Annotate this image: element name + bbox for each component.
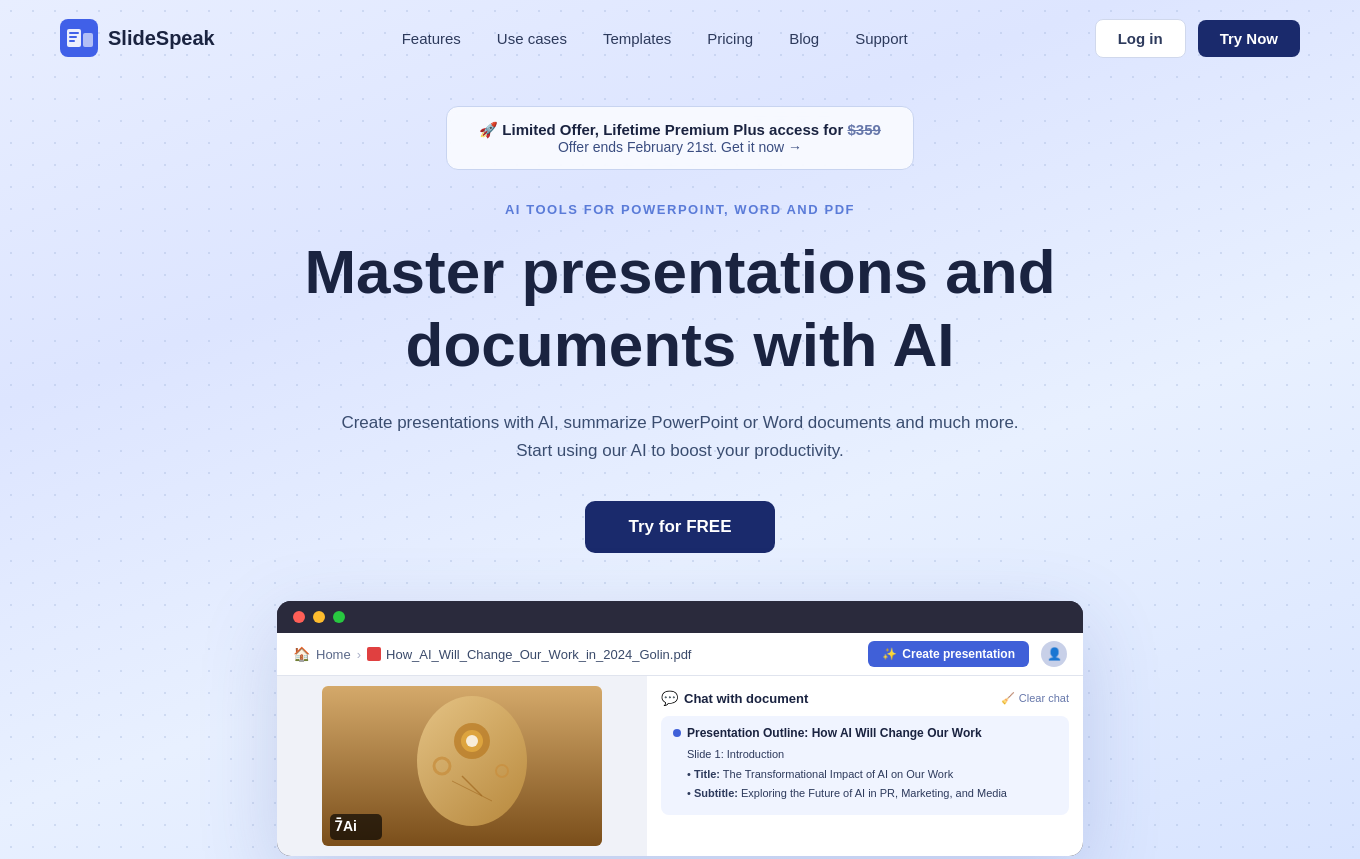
slide-graphic: 7̄Ai: [322, 686, 602, 846]
app-screenshot: 🏠 Home › How_AI_Will_Change_Our_Work_in_…: [277, 601, 1083, 856]
chat-panel: 💬 Chat with document 🧹 Clear chat Presen…: [647, 676, 1083, 856]
sub-headline: AI TOOLS FOR POWERPOINT, WORD AND PDF: [505, 202, 855, 217]
topbar-actions: ✨ Create presentation 👤: [868, 641, 1067, 667]
nav-use-cases[interactable]: Use cases: [497, 30, 567, 47]
breadcrumb-separator: ›: [357, 647, 361, 662]
svg-rect-2: [83, 33, 93, 47]
logo[interactable]: SlideSpeak: [60, 19, 215, 57]
window-dot-close: [293, 611, 305, 623]
nav-links: Features Use cases Templates Pricing Blo…: [402, 30, 908, 47]
sparkle-icon: ✨: [882, 647, 897, 661]
nav-features[interactable]: Features: [402, 30, 461, 47]
svg-rect-3: [69, 32, 79, 34]
logo-text: SlideSpeak: [108, 27, 215, 50]
offer-emoji: 🚀: [479, 121, 502, 138]
window-topbar: 🏠 Home › How_AI_Will_Change_Our_Work_in_…: [277, 633, 1083, 676]
chat-subtitle-item: • Subtitle: Exploring the Future of AI i…: [687, 785, 1057, 802]
user-avatar: 👤: [1041, 641, 1067, 667]
chat-slide1-label: Slide 1: Introduction: [687, 746, 1057, 763]
breadcrumb: 🏠 Home › How_AI_Will_Change_Our_Work_in_…: [293, 646, 691, 662]
window-content: 7̄Ai 💬 Chat with document 🧹 Clear chat: [277, 676, 1083, 856]
slide-preview: 7̄Ai: [322, 686, 602, 846]
chat-msg-title: Presentation Outline: How AI Will Change…: [673, 726, 1057, 740]
broom-icon: 🧹: [1001, 692, 1015, 705]
svg-rect-4: [69, 36, 77, 38]
breadcrumb-file: How_AI_Will_Change_Our_Work_in_2024_Goli…: [367, 647, 691, 662]
headline-line2: documents with AI: [406, 310, 955, 379]
window-body: 🏠 Home › How_AI_Will_Change_Our_Work_in_…: [277, 633, 1083, 856]
svg-rect-5: [69, 40, 75, 42]
offer-banner[interactable]: 🚀 Limited Offer, Lifetime Premium Plus a…: [446, 106, 914, 170]
blue-dot: [673, 729, 681, 737]
nav-blog[interactable]: Blog: [789, 30, 819, 47]
create-presentation-button[interactable]: ✨ Create presentation: [868, 641, 1029, 667]
offer-line2: Offer ends February 21st. Get it now →: [558, 139, 802, 155]
try-now-button[interactable]: Try Now: [1198, 20, 1300, 57]
nav-actions: Log in Try Now: [1095, 19, 1300, 58]
pdf-icon: [367, 647, 381, 661]
clear-chat-button[interactable]: 🧹 Clear chat: [1001, 692, 1069, 705]
chat-title-item: • Title: The Transformational Impact of …: [687, 766, 1057, 783]
nav-pricing[interactable]: Pricing: [707, 30, 753, 47]
offer-line1: 🚀 Limited Offer, Lifetime Premium Plus a…: [479, 121, 881, 139]
chat-title: 💬 Chat with document: [661, 690, 808, 706]
svg-point-10: [466, 735, 478, 747]
nav-templates[interactable]: Templates: [603, 30, 671, 47]
chat-header: 💬 Chat with document 🧹 Clear chat: [661, 690, 1069, 706]
svg-point-7: [417, 696, 527, 826]
window-chrome: [277, 601, 1083, 633]
svg-text:7̄Ai: 7̄Ai: [334, 817, 357, 834]
navbar: SlideSpeak Features Use cases Templates …: [0, 0, 1360, 76]
window-dot-minimize: [313, 611, 325, 623]
main-headline: Master presentations and documents with …: [304, 235, 1055, 381]
slide-preview-area: 7̄Ai: [277, 676, 647, 856]
hero-description: Create presentations with AI, summarize …: [340, 409, 1020, 465]
nav-support[interactable]: Support: [855, 30, 908, 47]
chat-icon: 💬: [661, 690, 678, 706]
window-dot-maximize: [333, 611, 345, 623]
breadcrumb-home-icon: 🏠: [293, 646, 310, 662]
headline-line1: Master presentations and: [304, 237, 1055, 306]
chat-message: Presentation Outline: How AI Will Change…: [661, 716, 1069, 815]
cta-button[interactable]: Try for FREE: [585, 501, 776, 553]
main-content: 🚀 Limited Offer, Lifetime Premium Plus a…: [0, 76, 1360, 856]
login-button[interactable]: Log in: [1095, 19, 1186, 58]
logo-icon: [60, 19, 98, 57]
breadcrumb-home-label: Home: [316, 647, 351, 662]
